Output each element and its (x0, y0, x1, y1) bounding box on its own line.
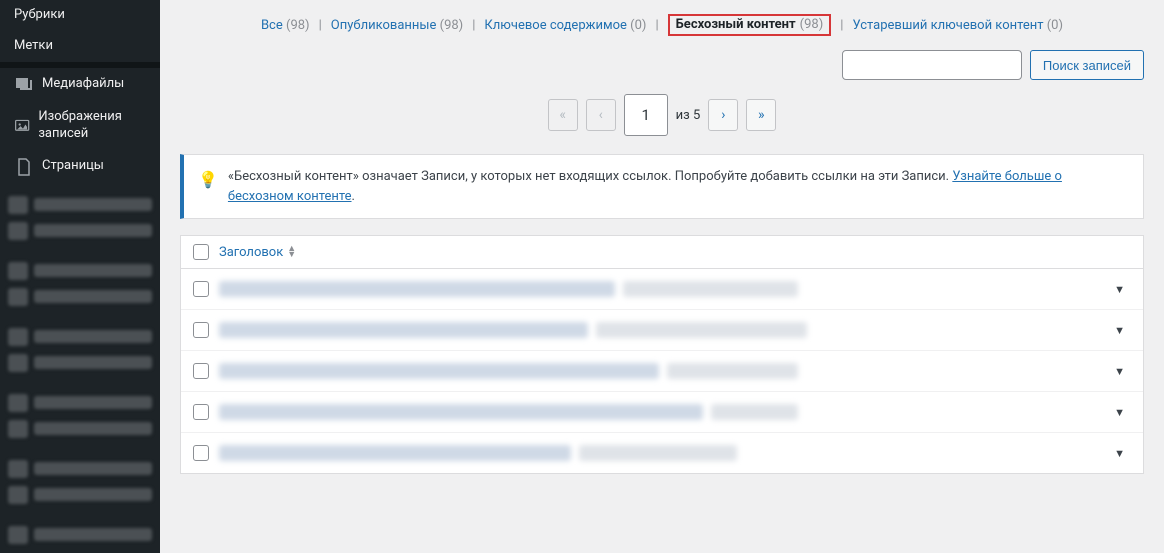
sidebar-item-label: Страницы (42, 158, 104, 175)
filter-tabs: Все (98) | Опубликованные (98) | Ключево… (180, 0, 1144, 46)
filter-count: (0) (1047, 18, 1063, 33)
sidebar-item-label: Метки (14, 38, 53, 55)
posts-table: Заголовок ▲▼ ▼ ▼ (180, 235, 1144, 474)
sidebar-item-blurred (0, 482, 160, 508)
table-row: ▼ (181, 392, 1143, 433)
filter-all[interactable]: Все (98) (261, 18, 310, 33)
sidebar-item-blurred (0, 218, 160, 244)
filter-label: Устаревший ключевой контент (852, 18, 1043, 33)
filter-separator: | (316, 18, 325, 33)
filter-separator: | (652, 18, 661, 33)
filter-published[interactable]: Опубликованные (98) (331, 18, 463, 33)
sidebar-item-label: Изображения записей (38, 109, 150, 143)
row-title-blurred (219, 363, 1098, 379)
filter-separator: | (469, 18, 478, 33)
sidebar-item-media[interactable]: Медиафайлы (0, 68, 160, 102)
pagination-total-label: из 5 (676, 108, 701, 123)
sidebar-item-tags[interactable]: Метки (0, 31, 160, 62)
row-expand-toggle[interactable]: ▼ (1108, 324, 1131, 337)
pagination-next[interactable]: › (708, 99, 738, 131)
table-row: ▼ (181, 351, 1143, 392)
admin-sidebar: Рубрики Метки Медиафайлы Изображения зап… (0, 0, 160, 553)
table-row: ▼ (181, 269, 1143, 310)
row-checkbox[interactable] (193, 281, 209, 297)
sidebar-item-featured-images[interactable]: Изображения записей (0, 102, 160, 150)
sidebar-item-blurred (0, 350, 160, 376)
row-title-blurred (219, 281, 1098, 297)
filter-orphaned[interactable]: Бесхозный контент (676, 17, 796, 32)
notice-text-after: . (352, 189, 355, 204)
row-checkbox[interactable] (193, 445, 209, 461)
sidebar-item-categories[interactable]: Рубрики (0, 0, 160, 31)
sidebar-item-label: Рубрики (14, 7, 65, 24)
filter-count: (98) (440, 18, 464, 33)
notice-text-before: «Бесхозный контент» означает Записи, у к… (228, 169, 952, 184)
sidebar-item-blurred (0, 416, 160, 442)
filter-count: (0) (630, 18, 646, 33)
image-icon (14, 116, 30, 136)
table-row: ▼ (181, 310, 1143, 351)
pagination-current: 1 (624, 94, 668, 136)
row-expand-toggle[interactable]: ▼ (1108, 365, 1131, 378)
select-all-checkbox[interactable] (193, 244, 209, 260)
table-row: ▼ (181, 433, 1143, 473)
pagination: « ‹ 1 из 5 › » (180, 94, 1144, 154)
filter-stale-cornerstone[interactable]: Устаревший ключевой контент (0) (852, 18, 1063, 33)
info-notice: 💡 «Бесхозный контент» означает Записи, у… (180, 154, 1144, 219)
filter-separator: | (837, 18, 846, 33)
search-button[interactable]: Поиск записей (1030, 50, 1144, 80)
row-expand-toggle[interactable]: ▼ (1108, 406, 1131, 419)
search-input[interactable] (842, 50, 1022, 80)
row-title-blurred (219, 322, 1098, 338)
row-checkbox[interactable] (193, 363, 209, 379)
sidebar-item-blurred (0, 390, 160, 416)
pages-icon (14, 157, 34, 177)
row-title-blurred (219, 404, 1098, 420)
column-header-title-label: Заголовок (219, 245, 283, 260)
sidebar-item-blurred (0, 522, 160, 548)
column-header-title[interactable]: Заголовок ▲▼ (219, 245, 296, 260)
sidebar-item-blurred (0, 258, 160, 284)
sidebar-item-blurred (0, 324, 160, 350)
media-icon (14, 75, 34, 95)
pagination-prev[interactable]: ‹ (586, 99, 616, 131)
filter-count: (98) (286, 18, 310, 33)
row-checkbox[interactable] (193, 322, 209, 338)
filter-label: Бесхозный контент (676, 17, 796, 32)
row-expand-toggle[interactable]: ▼ (1108, 447, 1131, 460)
sidebar-item-blurred (0, 192, 160, 218)
sort-arrows-icon: ▲▼ (287, 246, 296, 258)
notice-text: «Бесхозный контент» означает Записи, у к… (228, 167, 1129, 206)
sidebar-top-group: Рубрики Метки (0, 0, 160, 62)
filter-orphaned-highlighted: Бесхозный контент (98) (668, 14, 832, 36)
sidebar-item-blurred (0, 456, 160, 482)
filter-cornerstone[interactable]: Ключевое содержимое (0) (484, 18, 646, 33)
sidebar-item-blurred (0, 284, 160, 310)
lightbulb-icon: 💡 (198, 168, 218, 206)
pagination-last[interactable]: » (746, 99, 776, 131)
filter-label: Все (261, 18, 283, 33)
pagination-first[interactable]: « (548, 99, 578, 131)
filter-count: (98) (800, 17, 824, 32)
row-expand-toggle[interactable]: ▼ (1108, 283, 1131, 296)
sidebar-item-pages[interactable]: Страницы (0, 150, 160, 184)
row-checkbox[interactable] (193, 404, 209, 420)
table-header-row: Заголовок ▲▼ (181, 236, 1143, 269)
sidebar-item-label: Медиафайлы (42, 76, 124, 93)
filter-label: Ключевое содержимое (484, 18, 627, 33)
filter-label: Опубликованные (331, 18, 437, 33)
row-title-blurred (219, 445, 1098, 461)
search-row: Поиск записей (180, 46, 1144, 94)
main-content: Все (98) | Опубликованные (98) | Ключево… (160, 0, 1164, 553)
